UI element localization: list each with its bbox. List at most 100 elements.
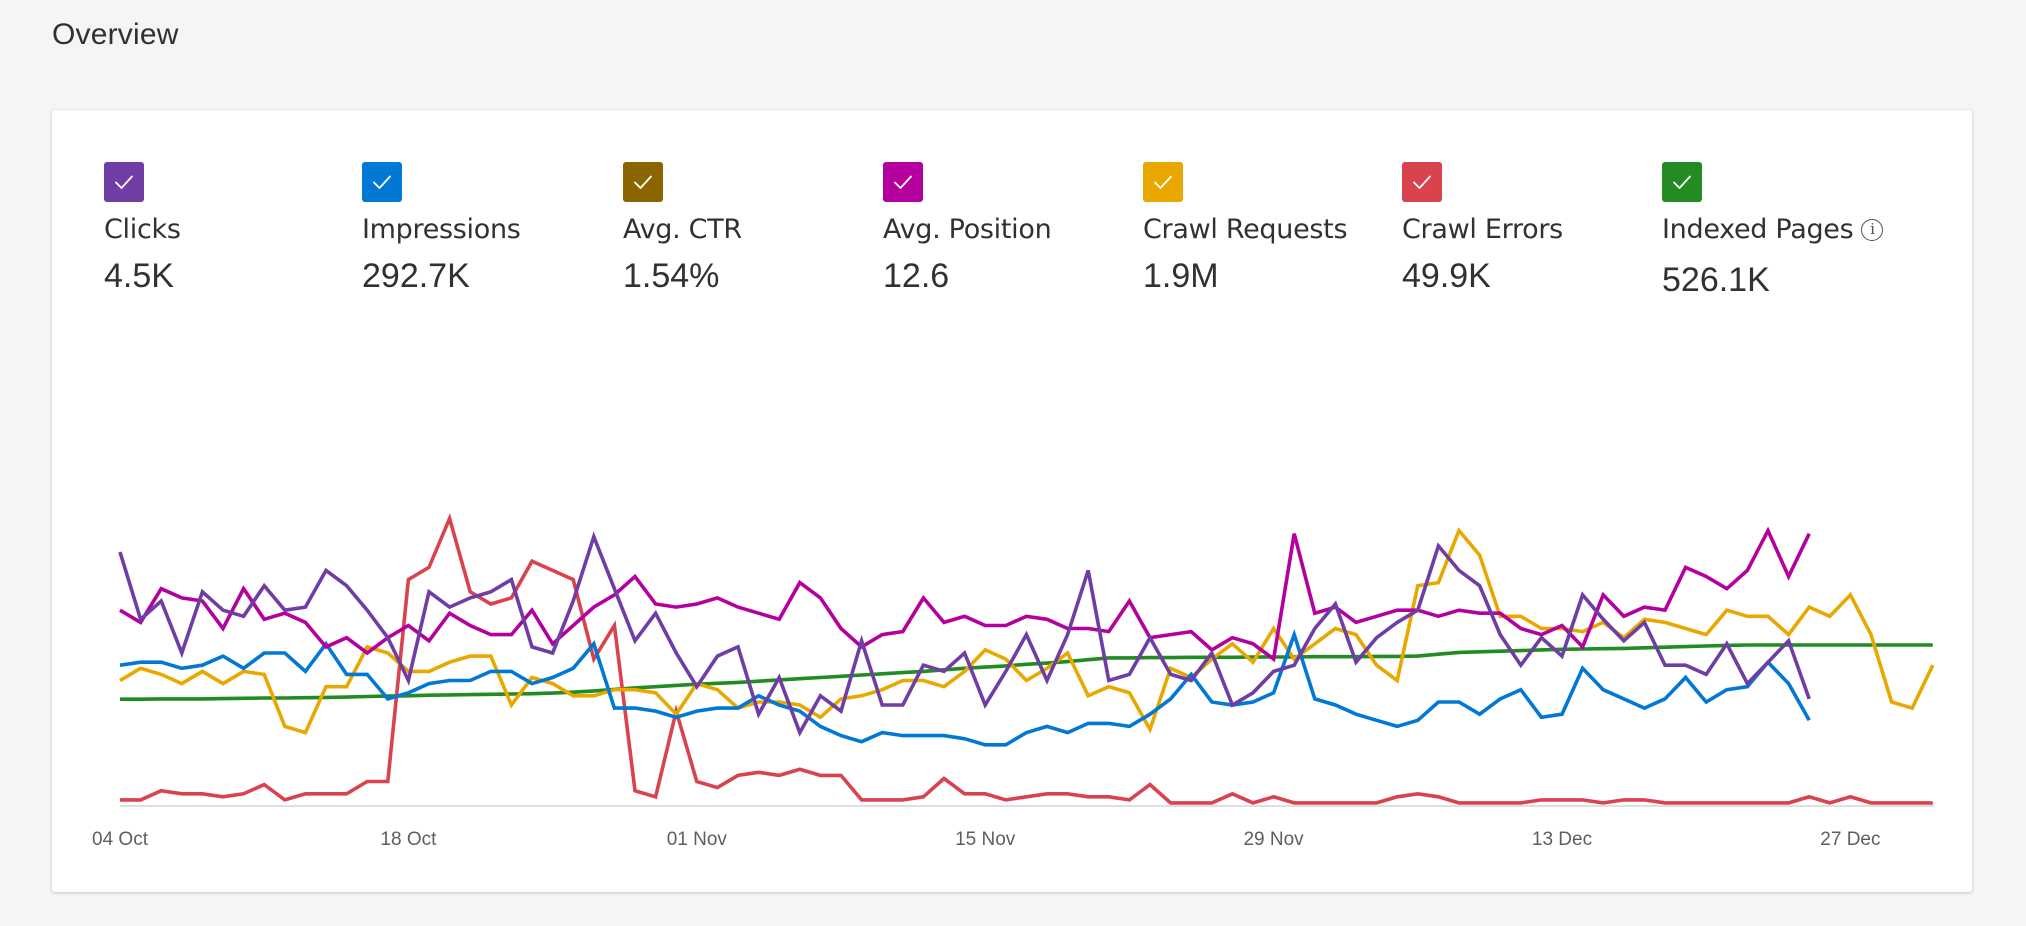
data-point[interactable] bbox=[1207, 697, 1217, 707]
data-point[interactable] bbox=[1639, 795, 1649, 805]
data-point[interactable] bbox=[115, 660, 125, 670]
data-point[interactable] bbox=[1269, 654, 1279, 664]
data-point[interactable] bbox=[960, 734, 970, 744]
data-point[interactable] bbox=[156, 584, 166, 594]
data-point[interactable] bbox=[651, 706, 661, 716]
data-point[interactable] bbox=[1145, 653, 1155, 663]
data-point[interactable] bbox=[1042, 614, 1052, 624]
data-point[interactable] bbox=[1722, 639, 1732, 649]
data-point[interactable] bbox=[1063, 728, 1073, 738]
data-point[interactable] bbox=[218, 624, 228, 634]
data-point[interactable] bbox=[1701, 630, 1711, 640]
data-point[interactable] bbox=[280, 648, 290, 658]
data-point[interactable] bbox=[918, 676, 928, 686]
data-point[interactable] bbox=[115, 795, 125, 805]
data-point[interactable] bbox=[1145, 709, 1155, 719]
data-point[interactable] bbox=[1145, 725, 1155, 735]
data-point[interactable] bbox=[136, 694, 146, 704]
data-point[interactable] bbox=[1372, 715, 1382, 725]
data-point[interactable] bbox=[1598, 685, 1608, 695]
data-point[interactable] bbox=[1557, 651, 1567, 661]
data-point[interactable] bbox=[671, 648, 681, 658]
data-point[interactable] bbox=[918, 731, 928, 741]
data-point[interactable] bbox=[836, 770, 846, 780]
data-point[interactable] bbox=[1825, 640, 1835, 650]
data-point[interactable] bbox=[733, 602, 743, 612]
data-point[interactable] bbox=[651, 599, 661, 609]
data-point[interactable] bbox=[1681, 642, 1691, 652]
data-point[interactable] bbox=[754, 608, 764, 618]
data-point[interactable] bbox=[1907, 640, 1917, 650]
data-point[interactable] bbox=[1124, 653, 1134, 663]
data-point[interactable] bbox=[589, 602, 599, 612]
data-point[interactable] bbox=[177, 789, 187, 799]
data-point[interactable] bbox=[506, 700, 516, 710]
data-point[interactable] bbox=[1413, 605, 1423, 615]
data-point[interactable] bbox=[1722, 605, 1732, 615]
data-point[interactable] bbox=[177, 663, 187, 673]
data-point[interactable] bbox=[424, 587, 434, 597]
data-point[interactable] bbox=[342, 789, 352, 799]
data-point[interactable] bbox=[1598, 644, 1608, 654]
data-point[interactable] bbox=[1083, 691, 1093, 701]
data-point[interactable] bbox=[280, 605, 290, 615]
data-point[interactable] bbox=[1083, 792, 1093, 802]
data-point[interactable] bbox=[136, 657, 146, 667]
data-point[interactable] bbox=[548, 565, 558, 575]
data-point[interactable] bbox=[1681, 673, 1691, 683]
data-point[interactable] bbox=[1310, 608, 1320, 618]
data-point[interactable] bbox=[1227, 652, 1237, 662]
data-point[interactable] bbox=[1207, 648, 1217, 658]
data-point[interactable] bbox=[1124, 669, 1134, 679]
data-point[interactable] bbox=[898, 795, 908, 805]
data-point[interactable] bbox=[1289, 529, 1299, 539]
data-point[interactable] bbox=[1433, 697, 1443, 707]
data-point[interactable] bbox=[1804, 640, 1814, 650]
data-point[interactable] bbox=[362, 605, 372, 615]
data-point[interactable] bbox=[877, 669, 887, 679]
data-point[interactable] bbox=[465, 651, 475, 661]
data-point[interactable] bbox=[1681, 660, 1691, 670]
data-point[interactable] bbox=[1104, 627, 1114, 637]
data-point[interactable] bbox=[918, 792, 928, 802]
data-point[interactable] bbox=[1454, 697, 1464, 707]
data-point[interactable] bbox=[815, 770, 825, 780]
data-point[interactable] bbox=[259, 581, 269, 591]
data-point[interactable] bbox=[1804, 529, 1814, 539]
data-point[interactable] bbox=[960, 666, 970, 676]
data-point[interactable] bbox=[486, 651, 496, 661]
data-point[interactable] bbox=[115, 676, 125, 686]
data-point[interactable] bbox=[1248, 697, 1258, 707]
data-point[interactable] bbox=[1104, 718, 1114, 728]
data-point[interactable] bbox=[692, 777, 702, 787]
data-point[interactable] bbox=[651, 792, 661, 802]
data-point[interactable] bbox=[156, 657, 166, 667]
data-point[interactable] bbox=[548, 648, 558, 658]
data-point[interactable] bbox=[465, 690, 475, 700]
data-point[interactable] bbox=[1578, 795, 1588, 805]
data-point[interactable] bbox=[1742, 640, 1752, 650]
data-point[interactable] bbox=[795, 728, 805, 738]
data-point[interactable] bbox=[362, 648, 372, 658]
data-point[interactable] bbox=[1475, 647, 1485, 657]
data-point[interactable] bbox=[774, 673, 784, 683]
data-point[interactable] bbox=[1433, 541, 1443, 551]
data-point[interactable] bbox=[671, 712, 681, 722]
data-point[interactable] bbox=[712, 783, 722, 793]
data-point[interactable] bbox=[239, 663, 249, 673]
data-point[interactable] bbox=[1784, 636, 1794, 646]
data-point[interactable] bbox=[1825, 798, 1835, 808]
data-point[interactable] bbox=[1104, 792, 1114, 802]
data-point[interactable] bbox=[300, 666, 310, 676]
data-point[interactable] bbox=[1083, 624, 1093, 634]
data-point[interactable] bbox=[362, 669, 372, 679]
data-point[interactable] bbox=[1001, 621, 1011, 631]
data-point[interactable] bbox=[568, 691, 578, 701]
data-point[interactable] bbox=[898, 731, 908, 741]
data-point[interactable] bbox=[1887, 697, 1897, 707]
data-point[interactable] bbox=[527, 689, 537, 699]
data-point[interactable] bbox=[1021, 728, 1031, 738]
data-point[interactable] bbox=[527, 605, 537, 615]
data-point[interactable] bbox=[1454, 565, 1464, 575]
data-point[interactable] bbox=[1722, 685, 1732, 695]
